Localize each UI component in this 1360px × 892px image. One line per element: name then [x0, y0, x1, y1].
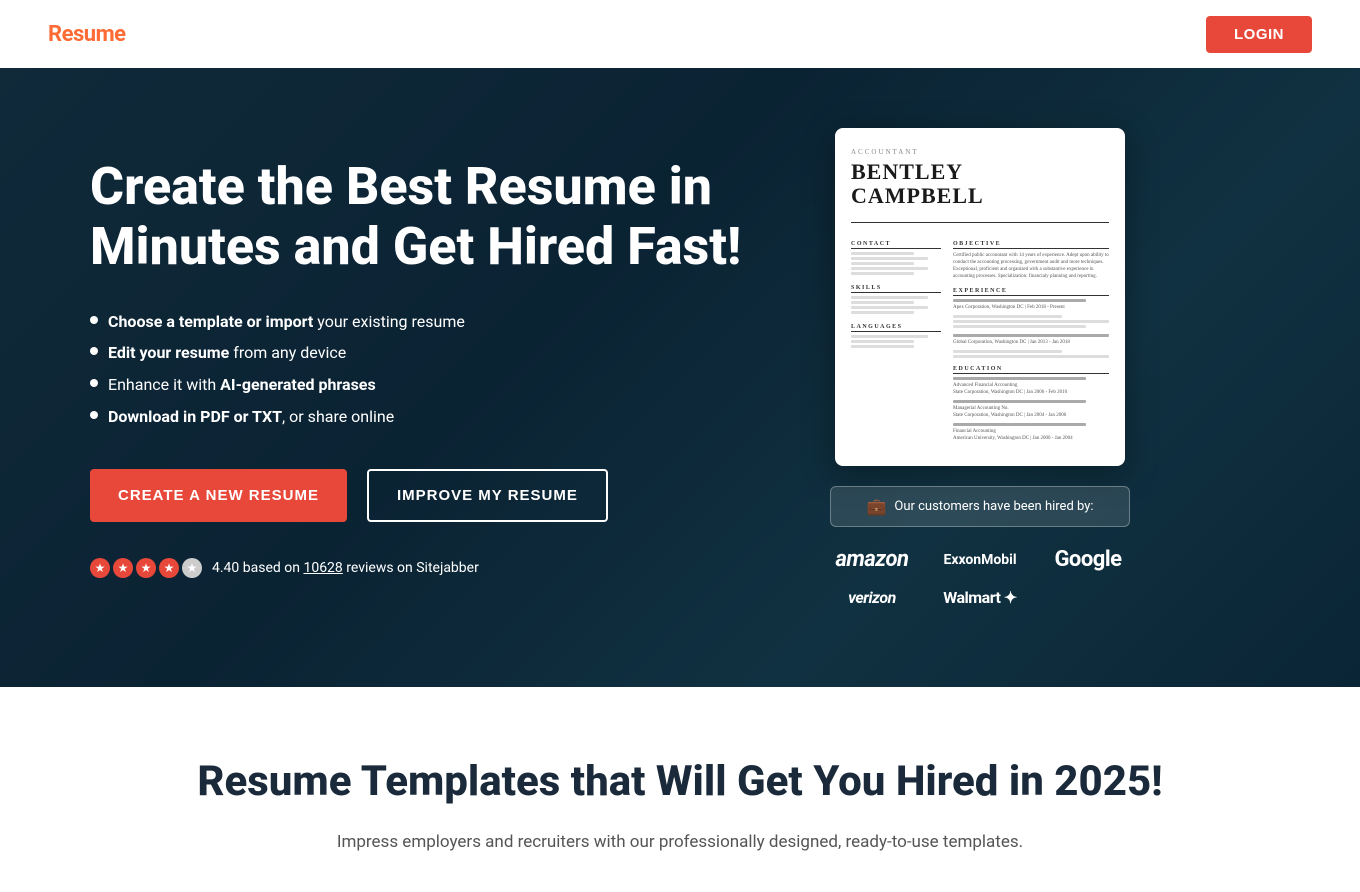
- star-1: ★: [90, 558, 110, 578]
- resume-divider: [851, 222, 1109, 223]
- login-button[interactable]: LOGIN: [1206, 16, 1312, 53]
- list-item: Download in PDF or TXT, or share online: [90, 404, 770, 430]
- resume-name: BENTLEYCAMPBELL: [851, 160, 1109, 208]
- briefcase-icon: 💼: [866, 497, 886, 516]
- star-rating: ★ ★ ★ ★ ★: [90, 558, 202, 578]
- hero-rating: ★ ★ ★ ★ ★ 4.40 based on 10628 reviews on…: [90, 558, 770, 578]
- templates-subtitle: Impress employers and recruiters with ou…: [330, 832, 1030, 852]
- hero-buttons: CREATE A NEW RESUME IMPROVE MY RESUME: [90, 469, 770, 522]
- google-logo: Google: [1046, 547, 1130, 572]
- hero-title: Create the Best Resume in Minutes and Ge…: [90, 157, 770, 277]
- hero-section: Create the Best Resume in Minutes and Ge…: [0, 68, 1360, 687]
- resume-right-col: OBJECTIVE Certified public accountant wi…: [953, 233, 1109, 446]
- rating-link[interactable]: 10628: [303, 560, 342, 576]
- walmart-logo: Walmart ✦: [938, 588, 1022, 607]
- star-5: ★: [182, 558, 202, 578]
- chevron-down-icon: [966, 32, 974, 37]
- star-4: ★: [159, 558, 179, 578]
- bullet-icon: [90, 316, 98, 324]
- verizon-logo: verizon: [830, 588, 914, 607]
- navbar: ResumeCoach AI Resume Builder Resume Cov…: [0, 0, 1360, 68]
- hired-by-text: Our customers have been hired by:: [894, 499, 1093, 514]
- resume-left-col: CONTACT SKILLS LANGUAGES: [851, 233, 941, 446]
- hero-content: Create the Best Resume in Minutes and Ge…: [0, 68, 1360, 687]
- chevron-down-icon: [1092, 32, 1100, 37]
- resume-columns: CONTACT SKILLS LANGUAGES: [851, 233, 1109, 446]
- nav-ai-resume-builder[interactable]: AI Resume Builder: [751, 25, 875, 43]
- create-resume-button[interactable]: CREATE A NEW RESUME: [90, 469, 347, 522]
- chevron-down-icon: [1166, 32, 1174, 37]
- list-item: Enhance it with AI-generated phrases: [90, 372, 770, 398]
- logo[interactable]: ResumeCoach: [48, 22, 185, 47]
- templates-title: Resume Templates that Will Get You Hired…: [48, 757, 1312, 807]
- hero-left: Create the Best Resume in Minutes and Ge…: [90, 157, 770, 578]
- exxonmobil-logo: ExxonMobil: [938, 547, 1022, 572]
- bullet-icon: [90, 411, 98, 419]
- list-item: Edit your resume from any device: [90, 340, 770, 366]
- star-3: ★: [136, 558, 156, 578]
- star-2: ★: [113, 558, 133, 578]
- improve-resume-button[interactable]: IMPROVE MY RESUME: [367, 469, 608, 522]
- nav-cover-letter[interactable]: Cover Letter: [1006, 25, 1100, 43]
- bullet-icon: [90, 347, 98, 355]
- rating-text: 4.40 based on 10628 reviews on Sitejabbe…: [212, 560, 479, 576]
- amazon-logo: amazon: [830, 547, 914, 572]
- nav-blog[interactable]: Blog: [1132, 25, 1174, 43]
- company-logos: amazon ExxonMobil Google verizon Walmart…: [830, 547, 1130, 607]
- hero-bullets: Choose a template or import your existin…: [90, 309, 770, 429]
- templates-section: Resume Templates that Will Get You Hired…: [0, 687, 1360, 891]
- nav-resume[interactable]: Resume: [907, 25, 974, 43]
- hero-right: ACCOUNTANT BENTLEYCAMPBELL CONTACT SKILL…: [830, 128, 1130, 607]
- resume-preview-card: ACCOUNTANT BENTLEYCAMPBELL CONTACT SKILL…: [835, 128, 1125, 466]
- list-item: Choose a template or import your existin…: [90, 309, 770, 335]
- resume-tag: ACCOUNTANT: [851, 148, 1109, 156]
- hired-by-badge: 💼 Our customers have been hired by:: [830, 486, 1130, 527]
- nav-links: AI Resume Builder Resume Cover Letter Bl…: [751, 16, 1312, 53]
- bullet-icon: [90, 379, 98, 387]
